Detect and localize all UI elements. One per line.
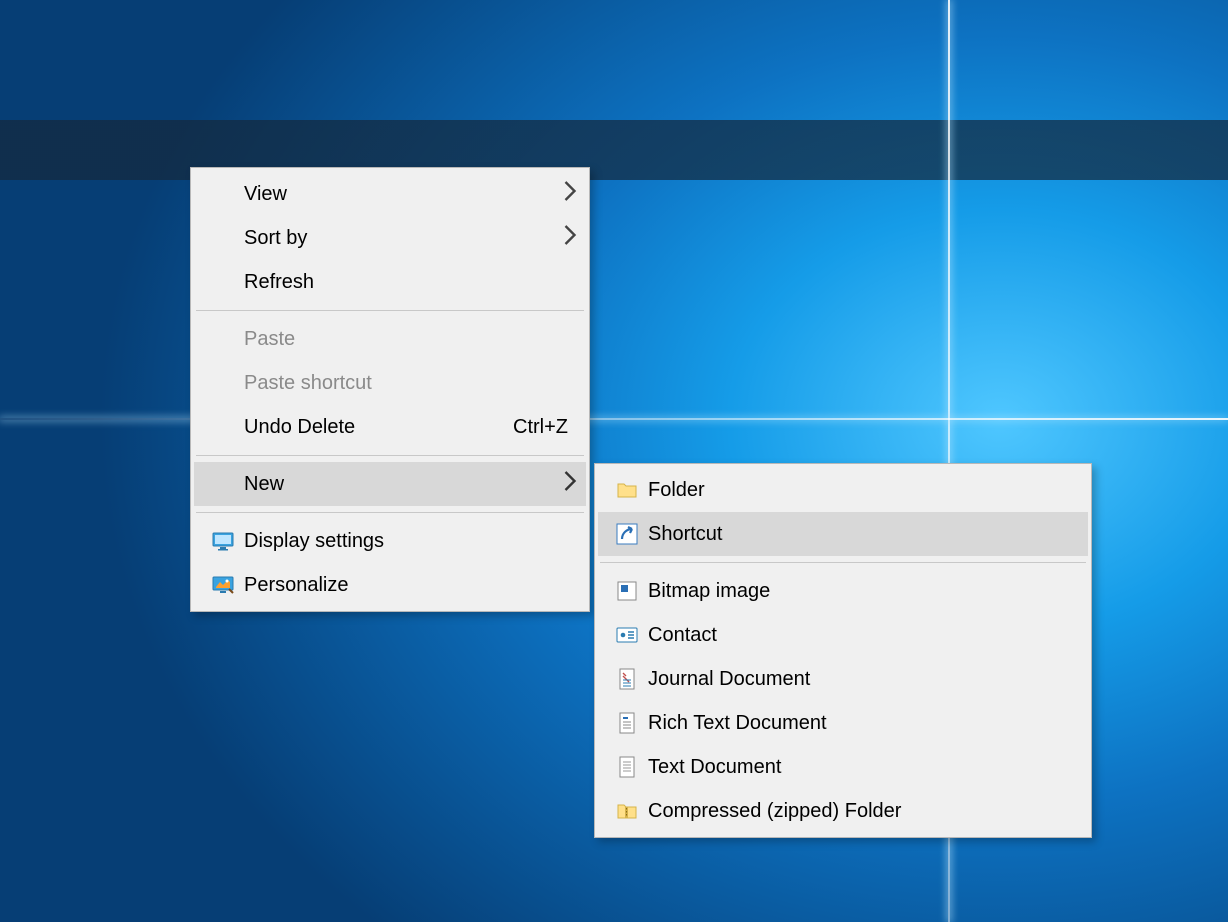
desktop-context-menu: View Sort by Refresh Paste Paste shortcu… <box>190 167 590 612</box>
text-icon <box>608 755 646 779</box>
menu-separator <box>196 455 584 456</box>
menu-label: Shortcut <box>648 523 1078 546</box>
menu-item-paste: Paste <box>194 317 586 361</box>
menu-label: Undo Delete <box>244 416 513 439</box>
menu-label: Compressed (zipped) Folder <box>648 800 1078 823</box>
menu-label: Refresh <box>244 271 576 294</box>
menu-label: Paste <box>244 328 576 351</box>
menu-label: Display settings <box>244 530 576 553</box>
submenu-item-shortcut[interactable]: Shortcut <box>598 512 1088 556</box>
submenu-item-bitmap[interactable]: Bitmap image <box>598 569 1088 613</box>
menu-item-personalize[interactable]: Personalize <box>194 563 586 607</box>
menu-label: Folder <box>648 479 1078 502</box>
menu-shortcut: Ctrl+Z <box>513 416 576 439</box>
menu-label: View <box>244 183 558 206</box>
menu-item-undo-delete[interactable]: Undo Delete Ctrl+Z <box>194 405 586 449</box>
zip-folder-icon <box>608 799 646 823</box>
submenu-item-rtf[interactable]: Rich Text Document <box>598 701 1088 745</box>
menu-label: Personalize <box>244 574 576 597</box>
menu-label: New <box>244 473 558 496</box>
menu-label: Rich Text Document <box>648 712 1078 735</box>
contact-icon <box>608 623 646 647</box>
folder-icon <box>608 478 646 502</box>
menu-separator <box>196 512 584 513</box>
chevron-right-icon <box>558 179 576 209</box>
menu-item-display-settings[interactable]: Display settings <box>194 519 586 563</box>
menu-label: Journal Document <box>648 668 1078 691</box>
submenu-item-text[interactable]: Text Document <box>598 745 1088 789</box>
journal-icon <box>608 667 646 691</box>
chevron-right-icon <box>558 223 576 253</box>
menu-label: Contact <box>648 624 1078 647</box>
personalize-icon <box>204 573 242 597</box>
menu-item-refresh[interactable]: Refresh <box>194 260 586 304</box>
submenu-item-zip[interactable]: Compressed (zipped) Folder <box>598 789 1088 833</box>
submenu-item-folder[interactable]: Folder <box>598 468 1088 512</box>
monitor-icon <box>204 529 242 553</box>
rtf-icon <box>608 711 646 735</box>
menu-label: Bitmap image <box>648 580 1078 603</box>
menu-label: Paste shortcut <box>244 372 576 395</box>
menu-item-sort-by[interactable]: Sort by <box>194 216 586 260</box>
menu-separator <box>196 310 584 311</box>
menu-item-new[interactable]: New <box>194 462 586 506</box>
menu-item-paste-shortcut: Paste shortcut <box>194 361 586 405</box>
bitmap-icon <box>608 579 646 603</box>
menu-label: Sort by <box>244 227 558 250</box>
submenu-item-journal[interactable]: Journal Document <box>598 657 1088 701</box>
new-submenu: Folder Shortcut Bitmap image Contact Jou… <box>594 463 1092 838</box>
menu-label: Text Document <box>648 756 1078 779</box>
shortcut-icon <box>608 522 646 546</box>
menu-item-view[interactable]: View <box>194 172 586 216</box>
chevron-right-icon <box>558 469 576 499</box>
menu-separator <box>600 562 1086 563</box>
submenu-item-contact[interactable]: Contact <box>598 613 1088 657</box>
